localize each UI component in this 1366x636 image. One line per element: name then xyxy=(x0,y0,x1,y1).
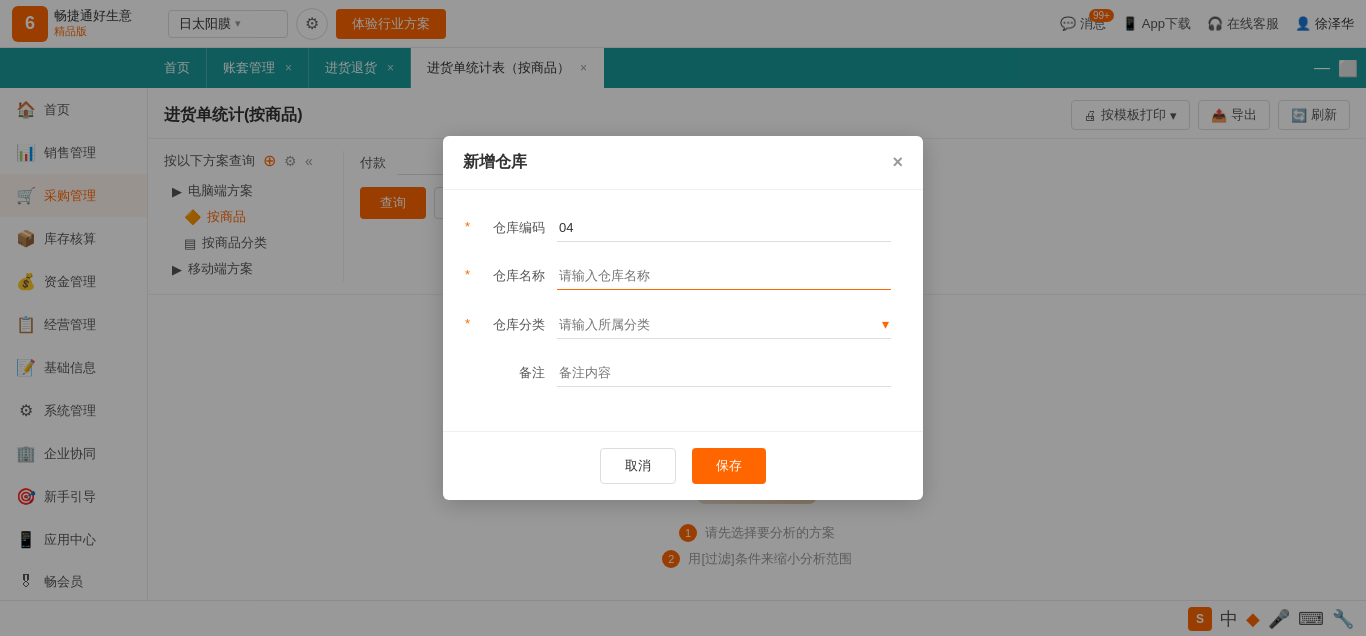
chevron-down-icon: ▾ xyxy=(882,316,889,332)
code-label: 仓库编码 xyxy=(475,219,545,237)
form-row-code: 仓库编码 xyxy=(475,214,891,242)
note-input[interactable] xyxy=(557,359,891,387)
cancel-button[interactable]: 取消 xyxy=(600,448,676,484)
form-row-category: 仓库分类 ▾ xyxy=(475,310,891,339)
modal-footer: 取消 保存 xyxy=(443,431,923,500)
warehouse-code-input[interactable] xyxy=(557,214,891,242)
name-label: 仓库名称 xyxy=(475,267,545,285)
category-select[interactable]: ▾ xyxy=(557,310,891,339)
category-input[interactable] xyxy=(559,317,882,332)
modal-header: 新增仓库 × xyxy=(443,136,923,190)
note-label: 备注 xyxy=(475,364,545,382)
modal-body: 仓库编码 仓库名称 仓库分类 ▾ 备注 xyxy=(443,190,923,431)
close-icon[interactable]: × xyxy=(892,152,903,173)
form-row-note: 备注 xyxy=(475,359,891,387)
form-row-name: 仓库名称 xyxy=(475,262,891,290)
modal-title: 新增仓库 xyxy=(463,152,527,173)
category-label: 仓库分类 xyxy=(475,316,545,334)
new-warehouse-modal: 新增仓库 × 仓库编码 仓库名称 仓库分类 ▾ xyxy=(443,136,923,500)
modal-overlay[interactable]: 新增仓库 × 仓库编码 仓库名称 仓库分类 ▾ xyxy=(0,0,1366,636)
warehouse-name-input[interactable] xyxy=(557,262,891,290)
save-button[interactable]: 保存 xyxy=(692,448,766,484)
